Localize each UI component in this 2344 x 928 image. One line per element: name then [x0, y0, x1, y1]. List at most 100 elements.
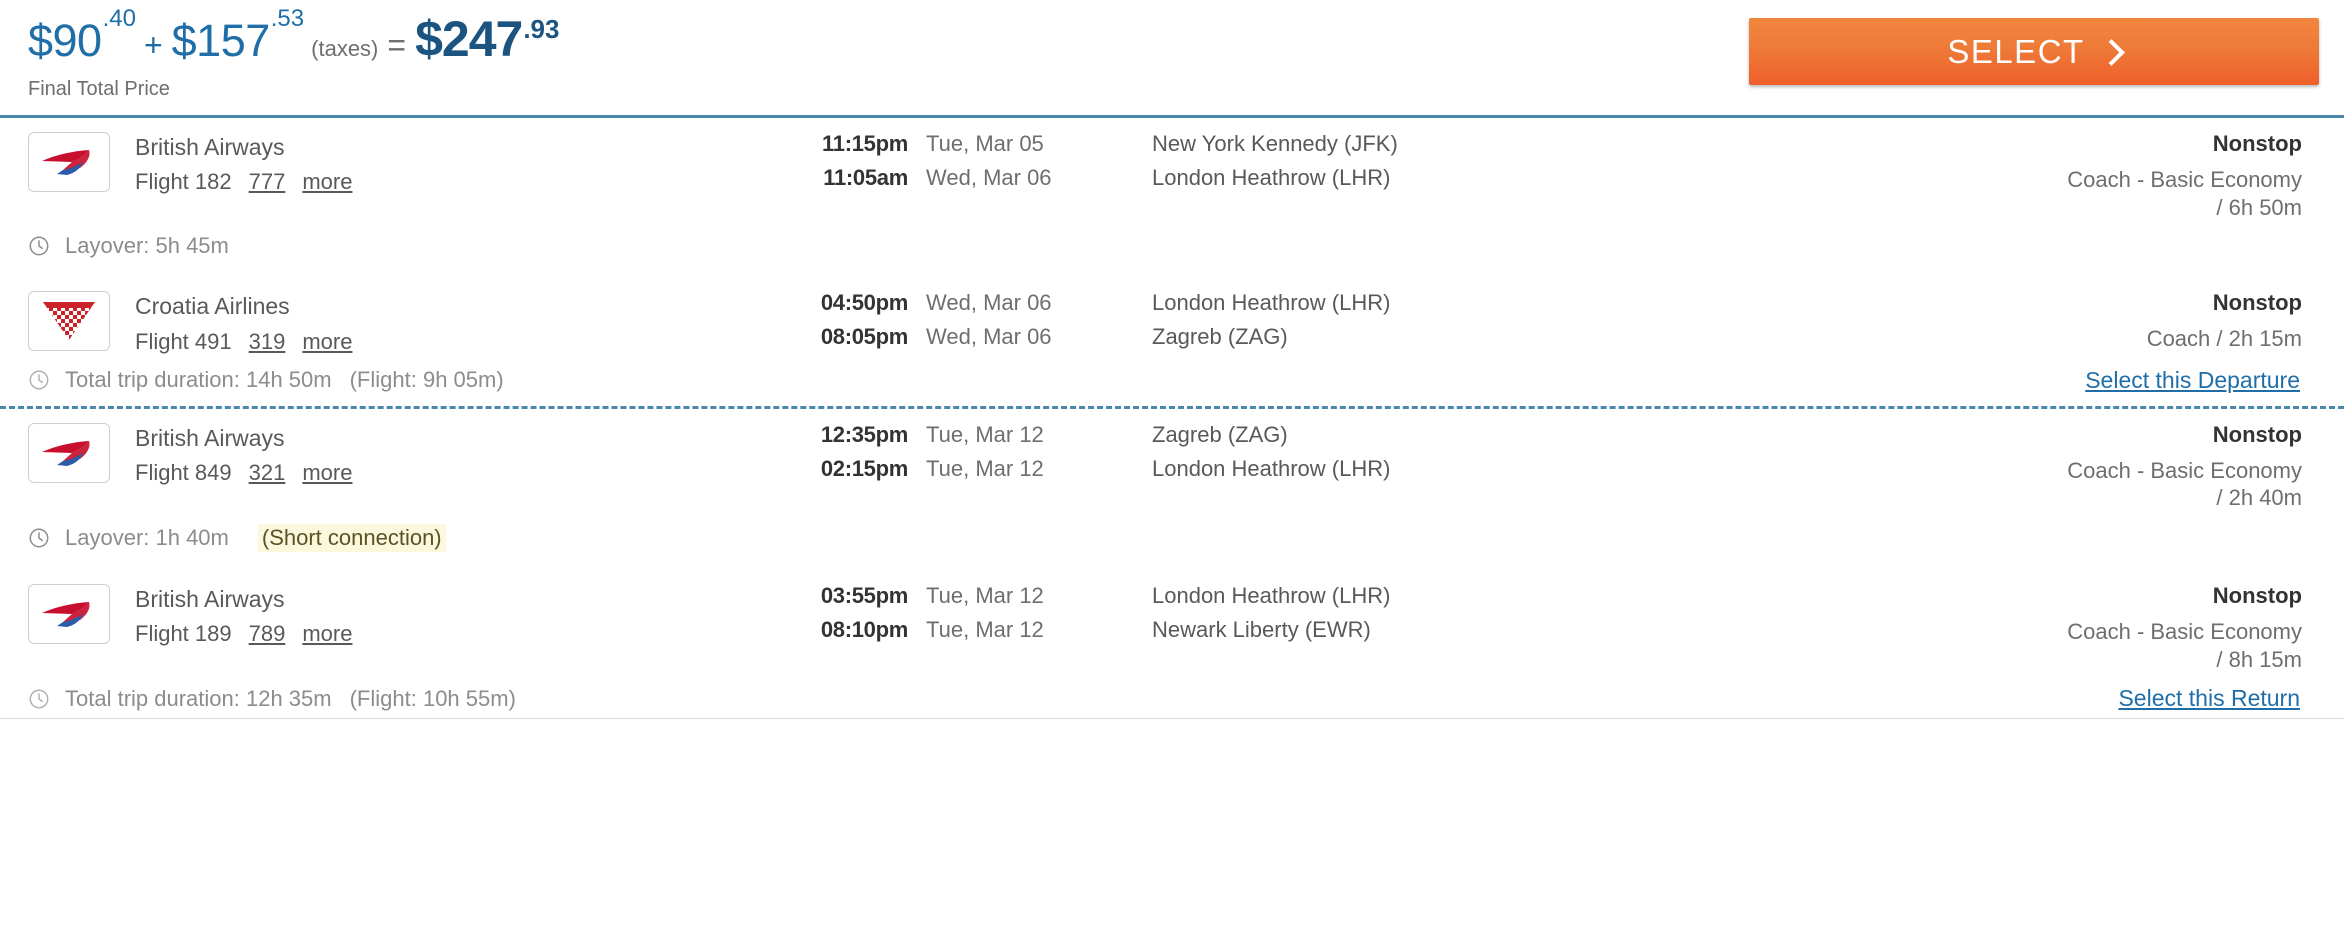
clock-icon [29, 528, 49, 548]
clock-icon [29, 236, 49, 256]
stops-label: Nonstop [2212, 421, 2302, 447]
select-button[interactable]: SELECT [1749, 18, 2319, 85]
departure-time-row: 12:35pm Tue, Mar 12 [796, 421, 1152, 447]
flight-number: Flight 491 [135, 328, 232, 354]
segment-stops-column: Nonstop Coach - Basic Economy / 6h 50m [1812, 131, 2316, 221]
flight-details: Flight 189 789 more [135, 621, 352, 647]
airline-name: British Airways [135, 585, 285, 612]
aircraft-equipment-link[interactable]: 789 [249, 621, 286, 647]
segment-duration: / 8h 15m [2216, 646, 2302, 672]
more-link[interactable]: more [302, 329, 352, 355]
segment-airline-info: British Airways Flight 189 789 more [135, 584, 352, 647]
segment-airline-column: British Airways Flight 182 777 more [28, 132, 796, 195]
departure-date: Tue, Mar 05 [926, 131, 1044, 156]
destination-airport: Newark Liberty (EWR) [1152, 617, 1371, 642]
segment-airline-column: British Airways Flight 189 789 more [28, 583, 796, 647]
arrival-time-row: 11:05am Wed, Mar 06 [796, 165, 1152, 191]
flight-number: Flight 849 [135, 460, 232, 486]
arrival-date: Wed, Mar 06 [926, 165, 1052, 191]
cabin-class: Coach - Basic Economy [2067, 167, 2302, 193]
layover-info: Layover: 1h 40m (Short connection) [28, 523, 446, 552]
flight-details: Flight 182 777 more [135, 169, 352, 195]
flight-number: Flight 182 [135, 169, 232, 195]
departure-time: 12:35pm [820, 421, 908, 447]
cabin-and-duration: Coach - Basic Economy / 6h 50m [1812, 166, 2302, 221]
croatia-airlines-logo [28, 291, 110, 352]
price-summary: $90.40 + $157.53 (taxes) = $247.93 Final… [28, 5, 560, 101]
flight-segment: Croatia Airlines Flight 491 319 more 04:… [0, 277, 2344, 360]
segment-airline-column: Croatia Airlines Flight 491 319 more [28, 291, 796, 354]
segment-duration: / 2h 40m [2216, 485, 2302, 511]
total-duration-text: Total trip duration: 12h 35m [65, 685, 332, 711]
select-this-return-link[interactable]: Select this Return [2118, 685, 2316, 712]
segment-duration: / 6h 50m [2216, 194, 2302, 220]
flight-number: Flight 189 [135, 621, 232, 647]
price-equation: $90.40 + $157.53 (taxes) = $247.93 [28, 5, 560, 67]
segment-airports-column: London Heathrow (LHR) Zagreb (ZAG) [1152, 290, 1812, 350]
layover-info: Layover: 5h 45m [28, 233, 229, 259]
layover-text: Layover: 5h 45m [65, 233, 229, 259]
trip-duration-info: Total trip duration: 12h 35m (Flight: 10h… [28, 686, 516, 712]
flight-segment: British Airways Flight 189 789 more 03:5… [0, 570, 2344, 679]
chevron-right-icon [2097, 39, 2125, 66]
destination-airport: London Heathrow (LHR) [1152, 455, 1391, 481]
cabin-and-duration: Coach - Basic Economy / 2h 40m [1812, 457, 2302, 512]
segment-stops-column: Nonstop Coach - Basic Economy / 8h 15m [1812, 582, 2316, 673]
departure-time-row: 03:55pm Tue, Mar 12 [796, 582, 1152, 608]
trip-duration-row: Total trip duration: 14h 50m (Flight: 9h … [0, 361, 2344, 400]
segment-airline-column: British Airways Flight 849 321 more [28, 422, 796, 486]
cabin-class: Coach - Basic Economy [2067, 619, 2302, 644]
bottom-divider [0, 718, 2344, 719]
arrival-time: 08:05pm [820, 324, 908, 350]
layover-row: Layover: 1h 40m (Short connection) [0, 518, 2344, 558]
more-link[interactable]: more [302, 621, 352, 647]
segment-airports-column: London Heathrow (LHR) Newark Liberty (EW… [1152, 583, 1812, 642]
segment-times-column: 04:50pm Wed, Mar 06 08:05pm Wed, Mar 06 [796, 290, 1152, 350]
clock-icon [29, 689, 49, 708]
segment-stops-column: Nonstop Coach / 2h 15m [1812, 290, 2316, 353]
trip-duration-info: Total trip duration: 14h 50m (Flight: 9h … [28, 367, 504, 393]
stops-label: Nonstop [2212, 582, 2302, 608]
total-duration-text: Total trip duration: 14h 50m [65, 367, 332, 393]
more-link[interactable]: more [302, 169, 352, 195]
departure-time-row: 04:50pm Wed, Mar 06 [796, 290, 1152, 316]
aircraft-equipment-link[interactable]: 777 [249, 169, 286, 195]
departure-date: Wed, Mar 06 [926, 290, 1052, 316]
taxes-label: (taxes) [311, 36, 379, 61]
arrival-time: 08:10pm [820, 617, 908, 642]
more-link[interactable]: more [302, 460, 352, 486]
short-connection-warning: (Short connection) [257, 523, 446, 552]
airline-name: British Airways [135, 134, 285, 160]
arrival-date: Tue, Mar 12 [926, 455, 1044, 481]
british-airways-logo [28, 422, 110, 483]
taxes-amount: $157.53 [171, 5, 305, 66]
final-total-price-label: Final Total Price [28, 78, 170, 100]
flight-details: Flight 491 319 more [135, 329, 352, 355]
segment-times-column: 03:55pm Tue, Mar 12 08:10pm Tue, Mar 12 [796, 582, 1152, 642]
origin-airport: New York Kennedy (JFK) [1152, 131, 1398, 156]
aircraft-equipment-link[interactable]: 321 [249, 460, 286, 486]
aircraft-equipment-link[interactable]: 319 [249, 329, 286, 355]
cabin-and-duration: Coach / 2h 15m [1812, 325, 2302, 353]
select-button-label: SELECT [1947, 32, 2085, 70]
clock-icon [29, 370, 49, 390]
segment-airports-column: Zagreb (ZAG) London Heathrow (LHR) [1152, 421, 1812, 481]
base-fare-amount: $90.40 [28, 5, 136, 66]
leg-return: British Airways Flight 849 321 more 12:3… [0, 409, 2344, 718]
total-price-amount: $247.93 [415, 11, 560, 67]
cabin-class: Coach / 2h 15m [2146, 326, 2302, 352]
price-header: $90.40 + $157.53 (taxes) = $247.93 Final… [0, 0, 2344, 118]
departure-date: Tue, Mar 12 [926, 582, 1044, 608]
layover-row: Layover: 5h 45m [0, 227, 2344, 265]
destination-airport: Zagreb (ZAG) [1152, 324, 1288, 350]
airline-name: British Airways [135, 424, 285, 451]
select-this-departure-link[interactable]: Select this Departure [2085, 367, 2316, 394]
leg-departure: British Airways Flight 182 777 more 11:1… [0, 118, 2344, 406]
origin-airport: Zagreb (ZAG) [1152, 421, 1288, 447]
cabin-and-duration: Coach - Basic Economy / 8h 15m [1812, 618, 2302, 673]
segment-times-column: 11:15pm Tue, Mar 05 11:05am Wed, Mar 06 [796, 131, 1152, 191]
plus-operator: + [143, 27, 163, 63]
